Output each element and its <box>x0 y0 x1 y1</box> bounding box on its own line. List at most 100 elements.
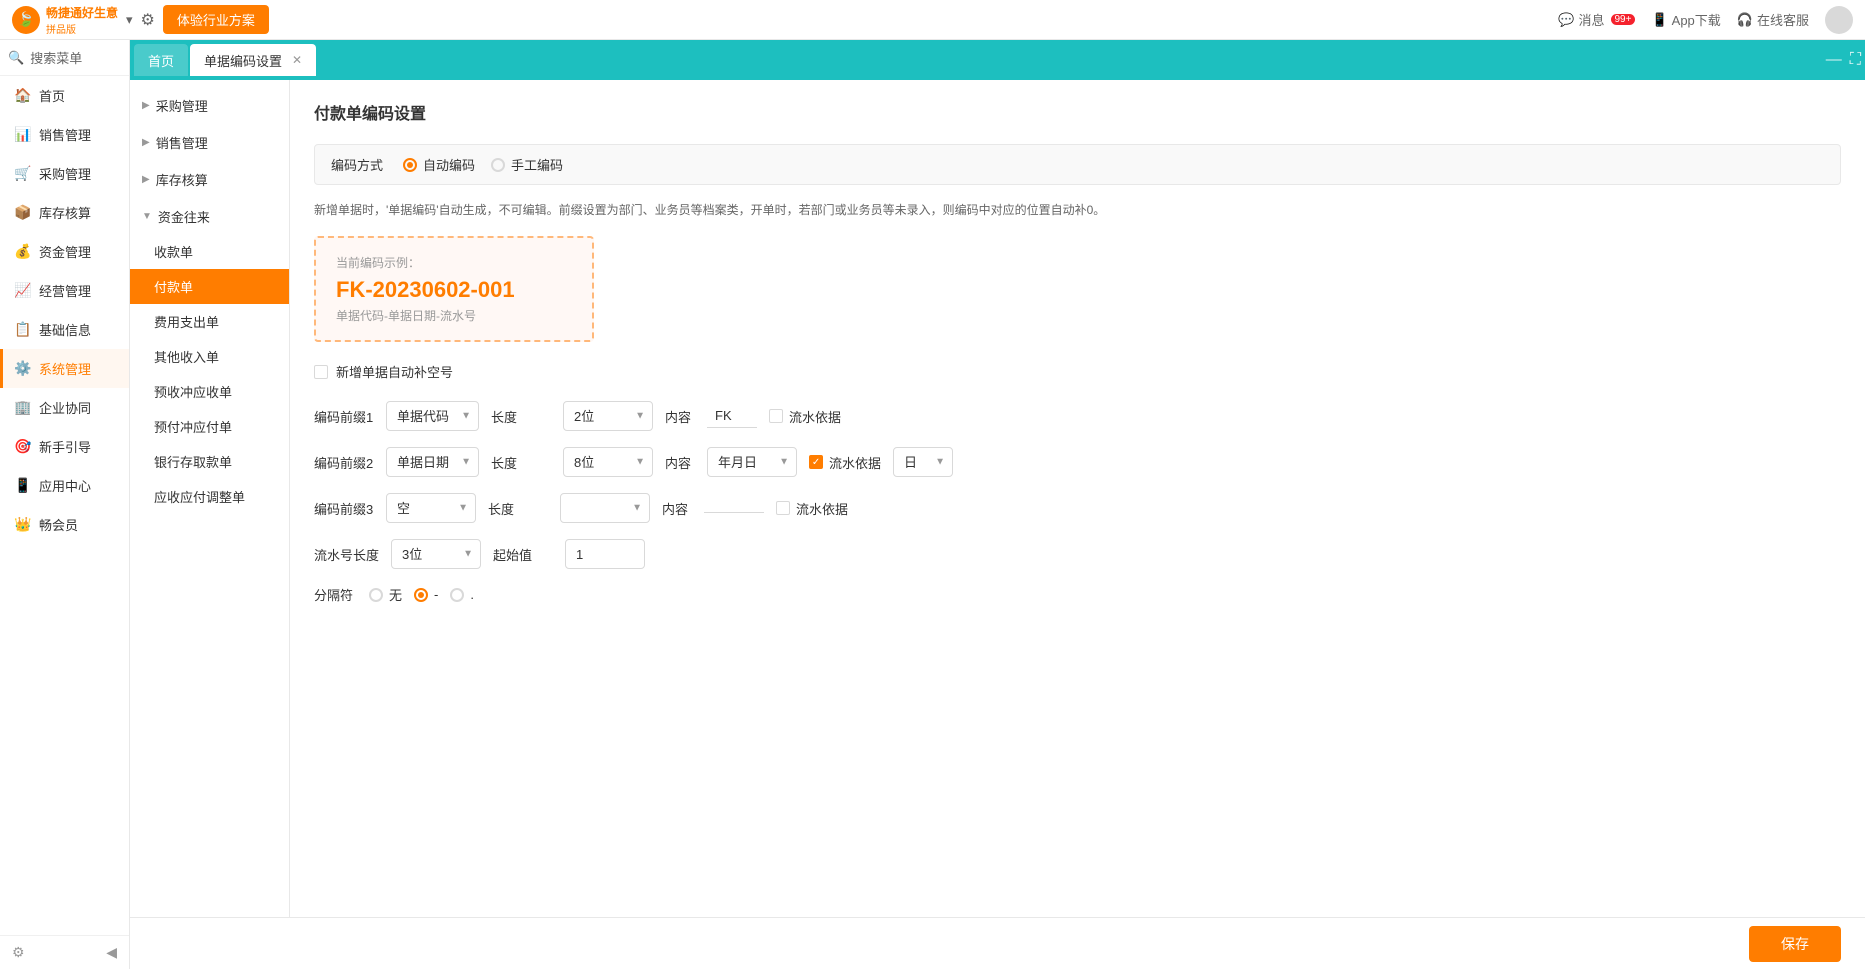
sidebar-search[interactable]: 🔍 搜索菜单 <box>0 40 129 76</box>
sub-sidebar-group-purchase-title[interactable]: ▶ 采购管理 <box>130 88 289 123</box>
tab-bar-minimize-button[interactable]: — <box>1826 51 1842 69</box>
message-button[interactable]: 💬 消息 99+ <box>1558 10 1635 29</box>
arrow-right-icon-2: ▶ <box>142 137 150 148</box>
prefix3-select-wrapper: 空 ▼ <box>386 493 476 523</box>
top-bar-left: 🍃 畅捷通好生意 拼品版 ▾ ⚙ 体验行业方案 <box>12 4 269 36</box>
nav-dropdown-button[interactable]: ▾ <box>126 12 133 28</box>
prefix3-label: 编码前缀3 <box>314 499 374 518</box>
guide-icon: 🎯 <box>15 439 31 455</box>
sub-sidebar-item-payment[interactable]: 付款单 <box>130 269 289 304</box>
radio-manual-dot <box>491 158 505 172</box>
tab-close-icon[interactable]: ✕ <box>292 53 302 67</box>
sub-sidebar-item-receipt[interactable]: 收款单 <box>130 234 289 269</box>
prefix2-select-wrapper: 单据日期 ▼ <box>386 447 479 477</box>
prefix1-stream-checkbox[interactable] <box>769 409 783 423</box>
sep-none[interactable]: 无 <box>369 585 402 604</box>
sub-sidebar-item-bank-deposit[interactable]: 银行存取款单 <box>130 444 289 479</box>
app-download-button[interactable]: 📱 App下载 <box>1651 10 1720 29</box>
prefix3-length-wrapper: ▼ <box>560 493 650 523</box>
prefix2-stream-unit-select[interactable]: 日 月 年 <box>893 447 953 477</box>
sub-sidebar-item-expense[interactable]: 费用支出单 <box>130 304 289 339</box>
sub-sidebar-group-inventory-title[interactable]: ▶ 库存核算 <box>130 162 289 197</box>
serial-length-row: 流水号长度 3位 4位 5位 6位 ▼ 起始值 <box>314 539 1841 569</box>
bottom-bar: 保存 <box>130 917 1865 969</box>
start-value-label: 起始值 <box>493 545 553 564</box>
sub-sidebar-item-other-income[interactable]: 其他收入单 <box>130 339 289 374</box>
prefix2-stream-checkbox[interactable]: ✓ <box>809 455 823 469</box>
business-icon: 📈 <box>15 283 31 299</box>
code-preview-label: 当前编码示例： <box>336 254 572 271</box>
sidebar-item-apps[interactable]: 📱 应用中心 <box>0 466 129 505</box>
sep-dash[interactable]: - <box>414 587 438 602</box>
auto-fill-row: 新增单据自动补空号 <box>314 362 1841 381</box>
trial-button[interactable]: 体验行业方案 <box>163 5 269 34</box>
sub-sidebar-item-prepay-receive[interactable]: 预收冲应收单 <box>130 374 289 409</box>
sidebar-collapse-button[interactable]: ◀ <box>106 944 117 961</box>
sep-dash-dot <box>414 588 428 602</box>
inventory-icon: 📦 <box>15 205 31 221</box>
prefix3-stream-checkbox[interactable] <box>776 501 790 515</box>
sidebar-item-company[interactable]: 🏢 企业协同 <box>0 388 129 427</box>
tab-encoding[interactable]: 单据编码设置 ✕ <box>190 44 316 76</box>
message-badge: 99+ <box>1611 14 1636 25</box>
sub-sidebar-item-prepay-pay[interactable]: 预付冲应付单 <box>130 409 289 444</box>
radio-auto-dot <box>403 158 417 172</box>
tab-bar-maximize-button[interactable]: ⛶ <box>1850 51 1861 69</box>
sub-sidebar-group-capital-title[interactable]: ▼ 资金往来 <box>130 199 289 234</box>
prefix1-length-select[interactable]: 2位 <box>563 401 653 431</box>
page-title: 付款单编码设置 <box>314 100 1841 124</box>
radio-manual[interactable]: 手工编码 <box>491 155 563 174</box>
service-icon: 🎧 <box>1737 12 1753 28</box>
save-button[interactable]: 保存 <box>1749 926 1841 962</box>
sep-none-dot <box>369 588 383 602</box>
prefix1-label: 编码前缀1 <box>314 407 374 426</box>
radio-auto[interactable]: 自动编码 <box>403 155 475 174</box>
tab-home[interactable]: 首页 <box>134 44 188 76</box>
serial-length-select[interactable]: 3位 4位 5位 6位 <box>391 539 481 569</box>
prefix3-length-select[interactable] <box>560 493 650 523</box>
prefix2-length-label: 长度 <box>491 453 551 472</box>
settings-button[interactable]: ⚙ <box>141 10 155 30</box>
sidebar-settings-button[interactable]: ⚙ <box>12 944 25 961</box>
prefix2-label: 编码前缀2 <box>314 453 374 472</box>
prefix2-select[interactable]: 单据日期 <box>386 447 479 477</box>
prefix1-length-label: 长度 <box>491 407 551 426</box>
prefix3-select[interactable]: 空 <box>386 493 476 523</box>
sidebar-item-capital[interactable]: 💰 资金管理 <box>0 232 129 271</box>
sub-sidebar-item-adjust[interactable]: 应收应付调整单 <box>130 479 289 514</box>
sub-sidebar-group-sales-title[interactable]: ▶ 销售管理 <box>130 125 289 160</box>
sidebar: 🔍 搜索菜单 🏠 首页 📊 销售管理 🛒 采购管理 📦 库存核算 💰 资金管理 … <box>0 40 130 969</box>
sub-sidebar-group-inventory: ▶ 库存核算 <box>130 162 289 197</box>
sidebar-item-business[interactable]: 📈 经营管理 <box>0 271 129 310</box>
prefix2-stream-unit-wrapper: 日 月 年 ▼ <box>893 447 953 477</box>
search-icon: 🔍 <box>8 50 24 66</box>
sub-sidebar-group-capital: ▼ 资金往来 收款单 付款单 费用支出单 其他收入单 <box>130 199 289 514</box>
separator-row: 分隔符 无 - . <box>314 585 1841 604</box>
sidebar-item-purchase[interactable]: 🛒 采购管理 <box>0 154 129 193</box>
sidebar-item-home[interactable]: 🏠 首页 <box>0 76 129 115</box>
prefix2-content-select[interactable]: 年月日 <box>707 447 797 477</box>
sidebar-item-inventory[interactable]: 📦 库存核算 <box>0 193 129 232</box>
prefix1-row: 编码前缀1 单据代码 ▼ 长度 2位 ▼ 内容 <box>314 401 1841 431</box>
prefix2-length-select[interactable]: 8位 <box>563 447 653 477</box>
sep-dot[interactable]: . <box>450 587 474 602</box>
sidebar-item-vip[interactable]: 👑 畅会员 <box>0 505 129 544</box>
online-service-button[interactable]: 🎧 在线客服 <box>1737 10 1809 29</box>
info-text: 新增单据时，'单据编码'自动生成，不可编辑。前缀设置为部门、业务员等档案类，开单… <box>314 201 1841 220</box>
form-area: 付款单编码设置 编码方式 自动编码 手工编码 <box>290 80 1865 917</box>
start-value-input[interactable] <box>565 539 645 569</box>
prefix1-select[interactable]: 单据代码 <box>386 401 479 431</box>
sidebar-item-sales[interactable]: 📊 销售管理 <box>0 115 129 154</box>
sub-sidebar: ▶ 采购管理 ▶ 销售管理 ▶ 库存核算 <box>130 80 290 917</box>
user-avatar[interactable] <box>1825 6 1853 34</box>
auto-fill-checkbox[interactable] <box>314 365 328 379</box>
message-icon: 💬 <box>1558 12 1574 28</box>
sidebar-item-basic[interactable]: 📋 基础信息 <box>0 310 129 349</box>
page-content: ▶ 采购管理 ▶ 销售管理 ▶ 库存核算 <box>130 80 1865 917</box>
tab-bar-right: — ⛶ <box>1826 51 1861 69</box>
sidebar-item-system[interactable]: ⚙️ 系统管理 <box>0 349 129 388</box>
sidebar-item-guide[interactable]: 🎯 新手引导 <box>0 427 129 466</box>
auto-fill-label: 新增单据自动补空号 <box>336 362 453 381</box>
prefix2-row: 编码前缀2 单据日期 ▼ 长度 8位 ▼ 内容 <box>314 447 1841 477</box>
sub-sidebar-group-purchase: ▶ 采购管理 <box>130 88 289 123</box>
